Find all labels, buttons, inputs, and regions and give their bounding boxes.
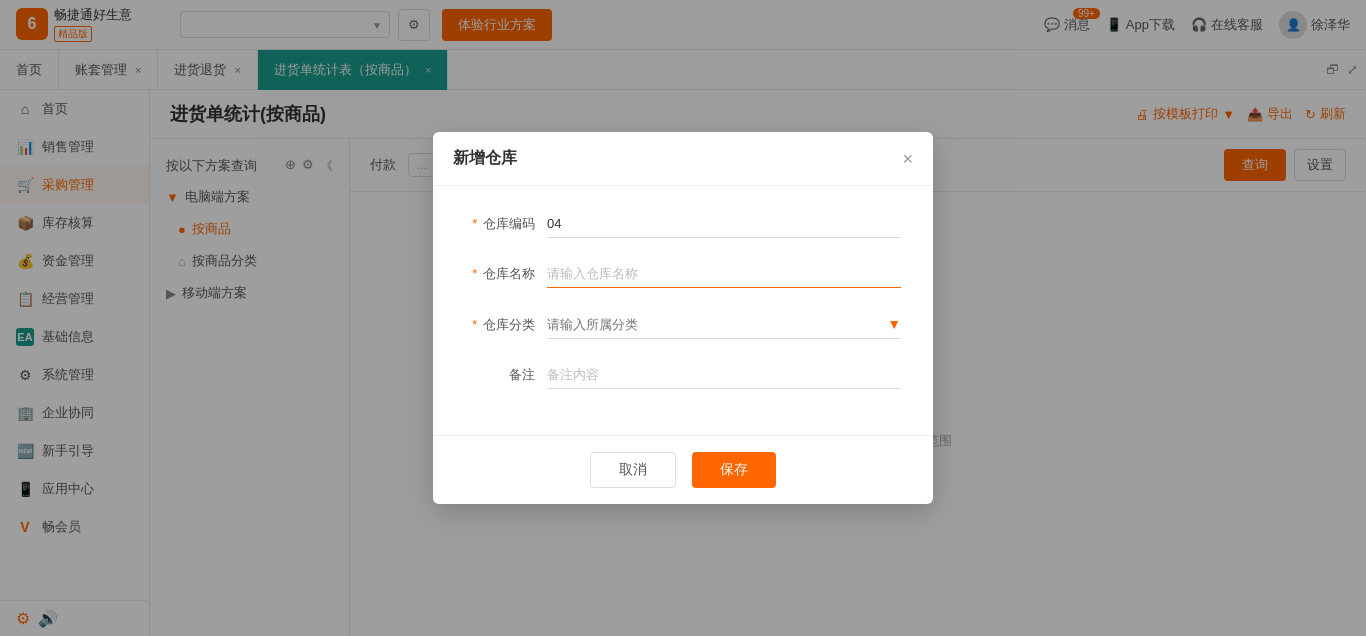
- dialog-body: * 仓库编码 * 仓库名称 * 仓库分类: [433, 186, 933, 435]
- code-label: * 仓库编码: [465, 215, 535, 233]
- save-button[interactable]: 保存: [692, 452, 776, 488]
- category-select[interactable]: ▼: [547, 310, 901, 339]
- category-dropdown-icon: ▼: [887, 316, 901, 332]
- remark-label: 备注: [465, 366, 535, 384]
- category-label: * 仓库分类: [465, 316, 535, 334]
- dialog-footer: 取消 保存: [433, 435, 933, 504]
- category-select-input[interactable]: [547, 317, 887, 332]
- dialog-header: 新增仓库 ×: [433, 132, 933, 186]
- name-label: * 仓库名称: [465, 265, 535, 283]
- name-input[interactable]: [547, 260, 901, 288]
- form-row-name: * 仓库名称: [465, 260, 901, 288]
- form-row-code: * 仓库编码: [465, 210, 901, 238]
- cancel-button[interactable]: 取消: [590, 452, 676, 488]
- form-row-remark: 备注: [465, 361, 901, 389]
- code-required-mark: *: [472, 216, 477, 231]
- dialog-overlay: 新增仓库 × * 仓库编码 * 仓库名称: [0, 0, 1366, 636]
- code-input[interactable]: [547, 210, 901, 238]
- form-row-category: * 仓库分类 ▼: [465, 310, 901, 339]
- dialog-title: 新增仓库: [453, 148, 517, 169]
- name-required-mark: *: [472, 266, 477, 281]
- dialog-close-btn[interactable]: ×: [902, 150, 913, 168]
- remark-input[interactable]: [547, 361, 901, 389]
- new-warehouse-dialog: 新增仓库 × * 仓库编码 * 仓库名称: [433, 132, 933, 504]
- category-required-mark: *: [472, 317, 477, 332]
